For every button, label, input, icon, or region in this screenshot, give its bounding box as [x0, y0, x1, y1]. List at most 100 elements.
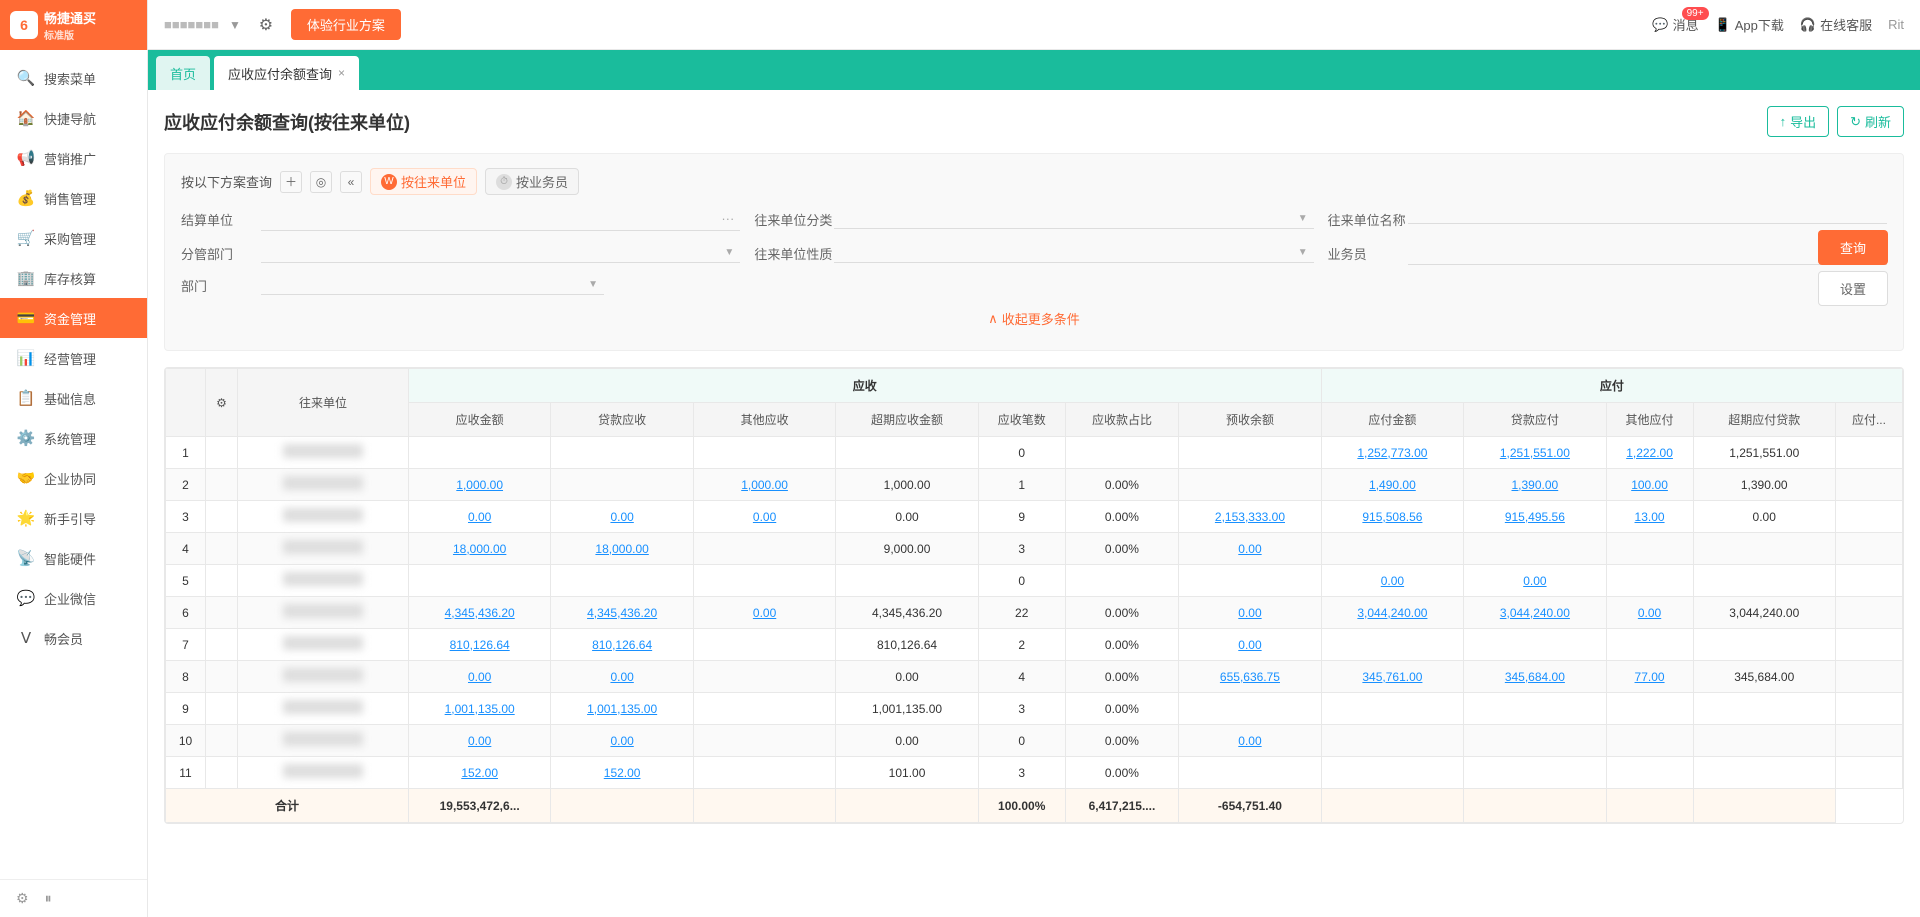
- sidebar-label-marketing: 营销推广: [44, 149, 96, 168]
- footer-ap-prepay: 6,417,215....: [1065, 789, 1179, 823]
- unit-category-arrow: ▼: [1298, 213, 1308, 224]
- dept-mgr-arrow: ▼: [724, 247, 734, 258]
- sidebar-icon-marketing: 📢: [16, 148, 36, 168]
- sidebar-item-sales[interactable]: 💰销售管理: [0, 178, 147, 218]
- col-ap-overdue: 超期应付贷款: [1693, 403, 1835, 437]
- unit-name-input[interactable]: [1408, 215, 1887, 224]
- sidebar-nav: 🔍搜索菜单🏠快捷导航 📢 营销推广 💰销售管理🛒采购管理🏢库存核算💳资金管理📊经营管理…: [0, 50, 147, 879]
- setting-btn[interactable]: 设置: [1818, 271, 1888, 306]
- sidebar-item-marketing[interactable]: 📢 营销推广: [0, 138, 147, 178]
- back-scheme-btn[interactable]: «: [340, 171, 362, 193]
- main-content: 应收应付余额查询(按往来单位) ↑ 导出 ↻ 刷新 按以下方案查询 ＋ ◎ «: [148, 90, 1920, 917]
- scheme-by-salesman-label: 按业务员: [516, 172, 568, 191]
- sidebar-label-inventory: 库存核算: [44, 269, 96, 288]
- sidebar-icon-hardware: 📡: [16, 548, 36, 568]
- sidebar-label-quick-nav: 快捷导航: [44, 109, 96, 128]
- unit-category-input[interactable]: ▼: [834, 209, 1313, 229]
- unit-category-label: 往来单位分类: [754, 210, 834, 229]
- msg-icon: 💬: [1652, 17, 1668, 33]
- col-no: [166, 369, 206, 437]
- filter-dept-mgr: 分管部门 ▼: [181, 243, 740, 263]
- tab-label-ar-ap: 应收应付余额查询: [228, 64, 332, 83]
- filter-scheme-label: 按以下方案查询: [181, 172, 272, 191]
- dept-label: 部门: [181, 276, 261, 295]
- tab-home[interactable]: 首页: [156, 56, 210, 90]
- tab-ar-ap[interactable]: 应收应付余额查询 ×: [214, 56, 359, 90]
- col-ar-amount: 应收金额: [408, 403, 550, 437]
- topbar-dropdown[interactable]: ▼: [229, 18, 241, 32]
- topbar-service-btn[interactable]: 🎧 在线客服: [1800, 15, 1872, 34]
- edit-scheme-btn[interactable]: ◎: [310, 171, 332, 193]
- collapse-arrow-icon: ∧: [988, 311, 998, 327]
- collapse-more-btn[interactable]: ∧ 收起更多条件: [181, 301, 1887, 336]
- sidebar-item-purchase[interactable]: 🛒采购管理: [0, 218, 147, 258]
- sidebar-item-quick-nav[interactable]: 🏠快捷导航: [0, 98, 147, 138]
- tab-close-ar-ap[interactable]: ×: [338, 66, 345, 80]
- col-settings[interactable]: ⚙: [206, 369, 238, 437]
- sidebar-icon-basic: 📋: [16, 388, 36, 408]
- export-icon: ↑: [1780, 114, 1787, 129]
- filter-area: 按以下方案查询 ＋ ◎ « W 按往来单位 ⏱ 按业务员 结算单位: [164, 153, 1904, 351]
- sidebar-item-inventory[interactable]: 🏢库存核算: [0, 258, 147, 298]
- sidebar-item-finance[interactable]: 💳资金管理: [0, 298, 147, 338]
- sidebar-item-hardware[interactable]: 📡 智能硬件: [0, 538, 147, 578]
- sidebar-item-member[interactable]: Ⅴ畅会员: [0, 618, 147, 658]
- scheme-by-unit-icon: W: [381, 174, 397, 190]
- tab-label-home: 首页: [170, 64, 196, 83]
- sidebar-icon-sales: 💰: [16, 188, 36, 208]
- unit-nature-input[interactable]: ▼: [834, 243, 1313, 263]
- sidebar-label-finance: 资金管理: [44, 309, 96, 328]
- settlement-unit-dots: ···: [721, 211, 734, 226]
- settlement-unit-label: 结算单位: [181, 210, 261, 229]
- topbar-app-btn[interactable]: 📱 App下载: [1715, 15, 1784, 34]
- sidebar-settings-btn[interactable]: ⚙: [16, 890, 29, 907]
- scheme-by-salesman[interactable]: ⏱ 按业务员: [485, 168, 579, 195]
- sidebar-label-search-menu: 搜索菜单: [44, 69, 96, 88]
- settlement-unit-input[interactable]: ···: [261, 207, 740, 231]
- col-ar-prepay: 预收余额: [1179, 403, 1321, 437]
- table-row: 10 0.00 0.00 0.00 0 0.00% 0.00: [166, 725, 1903, 757]
- sidebar: 6 畅捷通买 标准版 🔍搜索菜单🏠快捷导航 📢 营销推广 💰销售管理🛒采购管理🏢库存核…: [0, 0, 148, 917]
- topbar-msg-btn[interactable]: 💬 消息 99+: [1652, 15, 1698, 34]
- topbar-gear-icon[interactable]: ⚙: [251, 10, 281, 40]
- sidebar-item-newbie[interactable]: 🌟新手引导: [0, 498, 147, 538]
- app-logo: 6 畅捷通买 标准版: [0, 0, 147, 50]
- solution-btn[interactable]: 体验行业方案: [291, 9, 401, 40]
- sidebar-label-system: 系统管理: [44, 429, 96, 448]
- sidebar-item-basic[interactable]: 📋基础信息: [0, 378, 147, 418]
- export-btn[interactable]: ↑ 导出: [1767, 106, 1830, 137]
- sidebar-label-hardware: 智能硬件: [44, 549, 96, 568]
- sidebar-item-collab[interactable]: 🤝企业协同: [0, 458, 147, 498]
- table-row: 3 0.00 0.00 0.00 0.00 9 0.00% 2,153,333.…: [166, 501, 1903, 533]
- salesman-input[interactable]: ···: [1408, 241, 1887, 265]
- refresh-icon: ↻: [1850, 114, 1861, 130]
- dept-mgr-input[interactable]: ▼: [261, 243, 740, 263]
- dept-mgr-label: 分管部门: [181, 244, 261, 263]
- sidebar-icon-purchase: 🛒: [16, 228, 36, 248]
- table-wrap: ⚙ 往来单位 应收 应付 应收金额 贷款应收 其他应收 超期应收金额 应收笔数 …: [164, 367, 1904, 824]
- refresh-btn[interactable]: ↻ 刷新: [1837, 106, 1904, 137]
- footer-label: 合计: [166, 789, 409, 823]
- footer-ap-overdue: -654,751.40: [1179, 789, 1321, 823]
- table-row: 9 1,001,135.00 1,001,135.00 1,001,135.00…: [166, 693, 1903, 725]
- query-btn-group: 查询 设置: [1818, 230, 1888, 306]
- topbar-user: Rit: [1888, 17, 1904, 32]
- scheme-by-unit[interactable]: W 按往来单位: [370, 168, 477, 195]
- sidebar-label-collab: 企业协同: [44, 469, 96, 488]
- dept-input[interactable]: ▼: [261, 275, 604, 295]
- table-settings-icon[interactable]: ⚙: [216, 396, 227, 410]
- add-scheme-btn[interactable]: ＋: [280, 171, 302, 193]
- dept-arrow: ▼: [588, 279, 598, 290]
- sidebar-label-wechat: 企业微信: [44, 589, 96, 608]
- sidebar-item-search-menu[interactable]: 🔍搜索菜单: [0, 58, 147, 98]
- col-ar-other: 其他应收: [693, 403, 835, 437]
- query-btn[interactable]: 查询: [1818, 230, 1888, 265]
- sidebar-collapse-btn[interactable]: ⏸: [45, 890, 52, 907]
- sidebar-label-member: 畅会员: [44, 629, 83, 648]
- col-unit: 往来单位: [238, 369, 409, 437]
- sidebar-item-wechat[interactable]: 💬企业微信: [0, 578, 147, 618]
- topbar-left: ■■■■■■■ ▼ ⚙ 体验行业方案: [164, 9, 1642, 40]
- scheme-by-salesman-icon: ⏱: [496, 174, 512, 190]
- sidebar-item-operation[interactable]: 📊经营管理: [0, 338, 147, 378]
- sidebar-item-system[interactable]: ⚙️系统管理: [0, 418, 147, 458]
